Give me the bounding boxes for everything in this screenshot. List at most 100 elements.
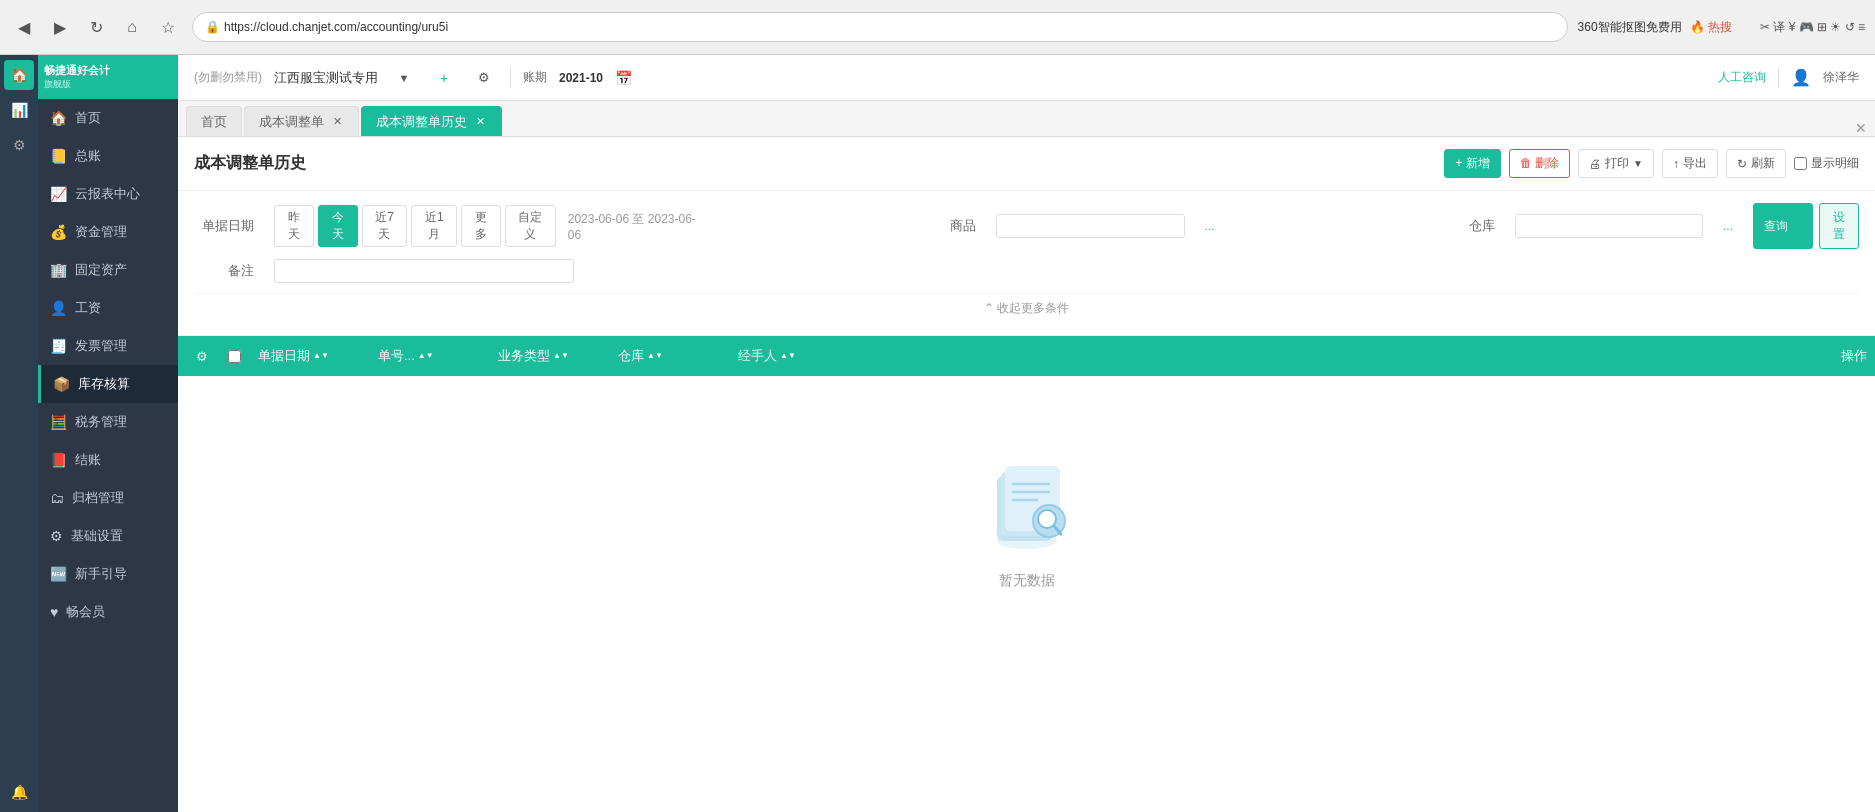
tab-cost-adjust-label: 成本调整单: [259, 113, 324, 131]
date-btn-more[interactable]: 更多: [461, 205, 501, 247]
th-num[interactable]: 单号... ▲▼: [370, 347, 490, 365]
sidebar-logo-text: 畅捷通好会计: [44, 63, 110, 78]
warehouse-filter-input[interactable]: [1515, 214, 1703, 238]
sort-arrows-biztype: ▲▼: [553, 352, 569, 360]
settings-icon: ⚙: [50, 528, 63, 544]
back-button[interactable]: ◀: [10, 13, 38, 41]
sidebar-item-inventory[interactable]: 📦 库存核算: [38, 365, 178, 403]
select-all-checkbox[interactable]: [228, 350, 241, 363]
date-btn-custom[interactable]: 自定义: [505, 205, 556, 247]
sidebar-item-newguide[interactable]: 🆕 新手引导: [38, 555, 178, 593]
print-icon: 🖨: [1589, 157, 1601, 171]
date-btn-today[interactable]: 今天: [318, 205, 358, 247]
sidebar-item-salary[interactable]: 👤 工资: [38, 289, 178, 327]
sort-arrows-date: ▲▼: [313, 352, 329, 360]
main-content: (勿删勿禁用) 江西服宝测试专用 ▼ + ⚙ 账期 2021-10 📅 人工咨询…: [178, 55, 1875, 812]
company-warning: (勿删勿禁用): [194, 69, 262, 86]
th-date[interactable]: 单据日期 ▲▼: [250, 347, 370, 365]
note-filter-label: 备注: [194, 262, 254, 280]
sidebar-label-tax: 税务管理: [75, 413, 127, 431]
company-name: 江西服宝测试专用: [274, 69, 378, 87]
print-button[interactable]: 🖨 🖨 打印 打印 ▼: [1578, 149, 1654, 178]
empty-state: 暂无数据: [178, 376, 1875, 630]
browser-nav: ◀ ▶ ↻ ⌂ ☆: [10, 13, 182, 41]
hot-label: 🔥 热搜: [1690, 19, 1732, 36]
company-dropdown-button[interactable]: ▼: [390, 64, 418, 92]
icon-bar-home[interactable]: 🏠: [4, 60, 34, 90]
sidebar-label-inventory: 库存核算: [78, 375, 130, 393]
display-detail-checkbox[interactable]: 显示明细: [1794, 155, 1859, 172]
query-button[interactable]: 查询: [1753, 203, 1813, 249]
sidebar-item-closeaccount[interactable]: 📕 结账: [38, 441, 178, 479]
table-checkbox-all[interactable]: [218, 350, 250, 363]
calendar-icon[interactable]: 📅: [615, 70, 632, 86]
sidebar-item-assets[interactable]: 🏢 固定资产: [38, 251, 178, 289]
delete-button[interactable]: 🗑 删除: [1509, 149, 1570, 178]
add-company-button[interactable]: +: [430, 64, 458, 92]
lock-icon: 🔒: [205, 20, 220, 34]
tab-close-all[interactable]: ✕: [1855, 120, 1875, 136]
new-button[interactable]: + 新增: [1444, 149, 1500, 178]
icon-bar-chart[interactable]: 📊: [4, 95, 34, 125]
tab-cost-adjust-history-close[interactable]: ✕: [473, 115, 487, 129]
date-btn-1month[interactable]: 近1月: [411, 205, 457, 247]
topbar: (勿删勿禁用) 江西服宝测试专用 ▼ + ⚙ 账期 2021-10 📅 人工咨询…: [178, 55, 1875, 101]
date-btn-7days[interactable]: 近7天: [362, 205, 408, 247]
sidebar-item-home[interactable]: 🏠 首页: [38, 99, 178, 137]
export-button[interactable]: ↑ 导出: [1662, 149, 1718, 178]
refresh-button[interactable]: ↻ 刷新: [1726, 149, 1786, 178]
icon-bar-notify[interactable]: 🔔: [4, 777, 34, 807]
th-warehouse[interactable]: 仓库 ▲▼: [610, 347, 730, 365]
company-settings-button[interactable]: ⚙: [470, 64, 498, 92]
filter-date-buttons: 昨天 今天 近7天 近1月 更多 自定义 2023-06-06 至 2023-0…: [274, 205, 696, 247]
table-area: ⚙ 单据日期 ▲▼ 单号... ▲▼ 业务类型 ▲▼: [178, 336, 1875, 630]
browser-chrome: ◀ ▶ ↻ ⌂ ☆ 🔒 https://cloud.chanjet.com/ac…: [0, 0, 1875, 55]
warehouse-filter-label: 仓库: [1435, 217, 1495, 235]
goods-filter-input[interactable]: [996, 214, 1184, 238]
closeaccount-icon: 📕: [50, 452, 67, 468]
tab-cost-adjust-history[interactable]: 成本调整单历史 ✕: [361, 106, 502, 136]
th-ops: 操作: [1787, 347, 1867, 365]
sidebar-item-settings[interactable]: ⚙ 基础设置: [38, 517, 178, 555]
tab-home[interactable]: 首页: [186, 106, 242, 136]
sidebar-item-funds[interactable]: 💰 资金管理: [38, 213, 178, 251]
topbar-divider1: [510, 68, 511, 88]
star-button[interactable]: ☆: [154, 13, 182, 41]
date-filter-label: 单据日期: [194, 217, 254, 235]
tab-cost-adjust-close[interactable]: ✕: [330, 115, 344, 129]
filter-settings-button[interactable]: 设置: [1819, 203, 1859, 249]
sidebar-item-member[interactable]: ♥ 畅会员: [38, 593, 178, 631]
browser-ext-scissors: ✂ 译 ¥ 🎮 ⊞ ☀ ↺ ≡: [1760, 19, 1865, 36]
sidebar: 畅捷通好会计 旗舰版 🏠 首页 📒 总账 📈 云报表中心 💰 资金管理: [38, 55, 178, 812]
sidebar-item-reports[interactable]: 📈 云报表中心: [38, 175, 178, 213]
goods-more-btn[interactable]: ...: [1205, 219, 1215, 233]
forward-button[interactable]: ▶: [46, 13, 74, 41]
reports-icon: 📈: [50, 186, 67, 202]
table-gear-button[interactable]: ⚙: [186, 349, 218, 364]
sidebar-label-closeaccount: 结账: [75, 451, 101, 469]
display-detail-input[interactable]: [1794, 157, 1807, 170]
topbar-divider2: [1778, 68, 1779, 88]
th-ops-label: 操作: [1841, 348, 1867, 363]
sidebar-item-ledger[interactable]: 📒 总账: [38, 137, 178, 175]
address-bar[interactable]: 🔒 https://cloud.chanjet.com/accounting/u…: [192, 12, 1568, 42]
tab-cost-adjust[interactable]: 成本调整单 ✕: [244, 106, 359, 136]
note-filter-input[interactable]: [274, 259, 574, 283]
warehouse-more-btn[interactable]: ...: [1723, 219, 1733, 233]
sidebar-item-invoice[interactable]: 🧾 发票管理: [38, 327, 178, 365]
th-handler[interactable]: 经手人 ▲▼: [730, 347, 850, 365]
page-header: 成本调整单历史 + 新增 🗑 删除 🖨 🖨 打印 打印 ▼ ↑ 导出: [178, 137, 1875, 191]
th-handler-label: 经手人: [738, 347, 777, 365]
user-label[interactable]: 徐泽华: [1823, 69, 1859, 86]
home-button[interactable]: ⌂: [118, 13, 146, 41]
archive-icon: 🗂: [50, 490, 64, 506]
refresh-button[interactable]: ↻: [82, 13, 110, 41]
icon-bar-gear[interactable]: ⚙: [4, 130, 34, 160]
collapse-bar[interactable]: ⌃ 收起更多条件: [194, 293, 1859, 323]
sidebar-item-tax[interactable]: 🧮 税务管理: [38, 403, 178, 441]
invoice-icon: 🧾: [50, 338, 67, 354]
th-biztype[interactable]: 业务类型 ▲▼: [490, 347, 610, 365]
consultant-btn[interactable]: 人工咨询: [1718, 69, 1766, 86]
sidebar-item-archive[interactable]: 🗂 归档管理: [38, 479, 178, 517]
date-btn-yesterday[interactable]: 昨天: [274, 205, 314, 247]
